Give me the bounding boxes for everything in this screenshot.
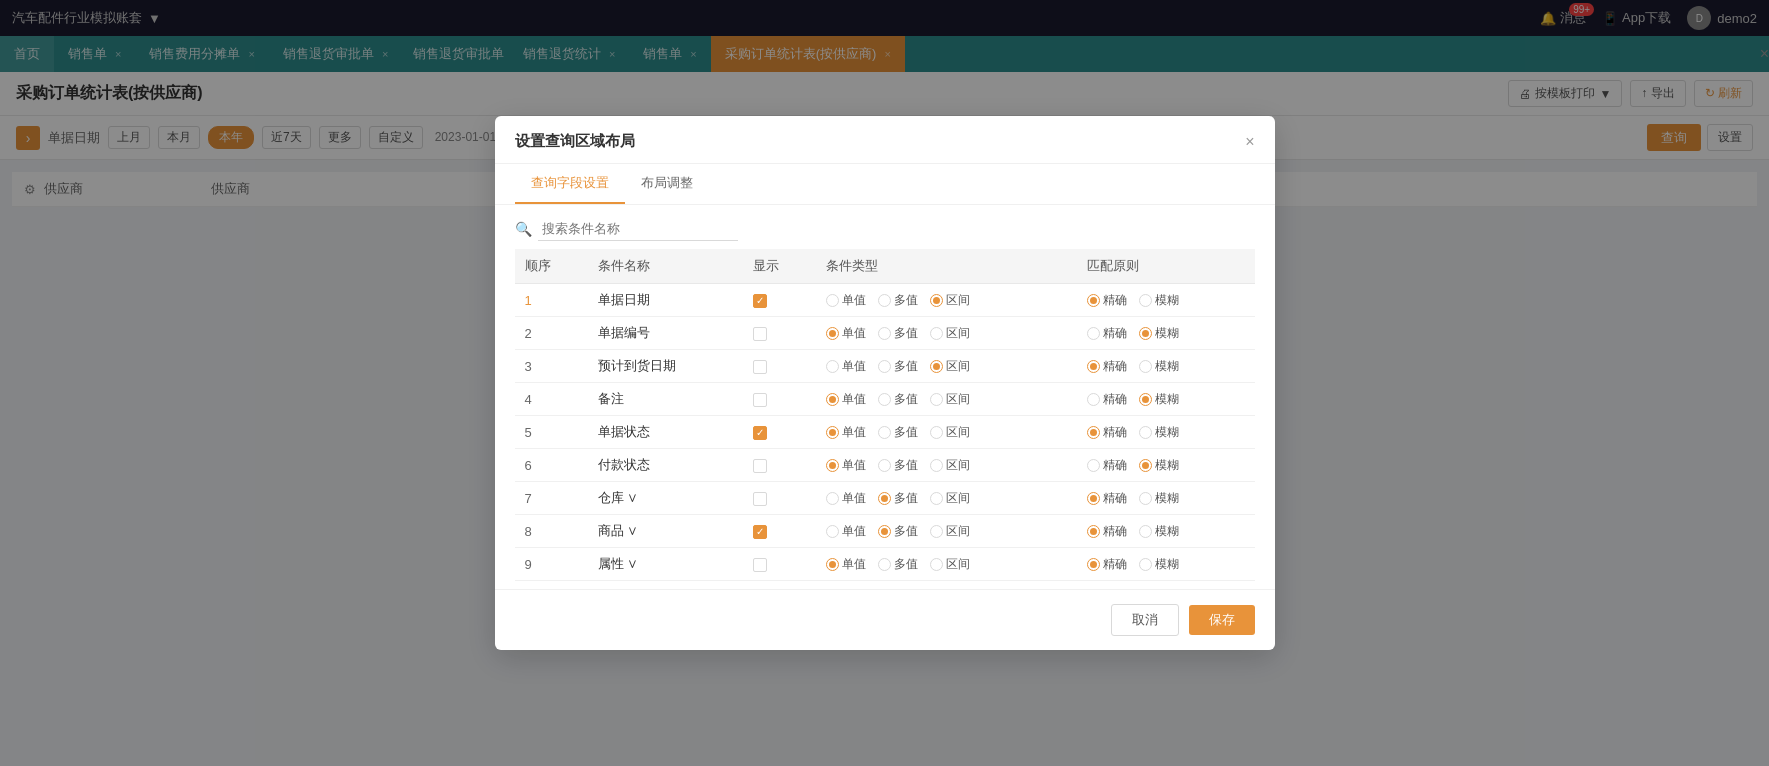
row-cond-name: 单据编号 — [588, 317, 744, 350]
search-input[interactable] — [538, 217, 738, 241]
table-row: 1单据日期✓单值多值区间精确模糊 — [515, 284, 1255, 317]
row-cond-name: 单据状态 — [588, 416, 744, 449]
row-cond-type: 单值多值区间 — [816, 482, 1076, 515]
row-match-rule: 精确模糊 — [1077, 548, 1255, 581]
cancel-button[interactable]: 取消 — [1111, 604, 1179, 636]
dialog-search-area: 🔍 — [495, 205, 1275, 249]
dialog: 设置查询区域布局 × 查询字段设置 布局调整 🔍 顺序 条件名称 — [495, 116, 1275, 650]
row-cond-type: 单值多值区间 — [816, 350, 1076, 383]
row-match-rule: 精确模糊 — [1077, 581, 1255, 590]
row-match-rule: 精确模糊 — [1077, 284, 1255, 317]
row-cond-type: 单值多值区间 — [816, 383, 1076, 416]
row-display-checkbox[interactable] — [743, 482, 816, 515]
row-match-rule: 精确模糊 — [1077, 317, 1255, 350]
row-match-rule: 精确模糊 — [1077, 350, 1255, 383]
row-display-checkbox[interactable]: ✓ — [743, 284, 816, 317]
row-display-checkbox[interactable] — [743, 383, 816, 416]
row-match-rule: 精确模糊 — [1077, 416, 1255, 449]
row-cond-type: 单值多值区间 — [816, 515, 1076, 548]
row-display-checkbox[interactable] — [743, 581, 816, 590]
dialog-table-body: 1单据日期✓单值多值区间精确模糊2单据编号单值多值区间精确模糊3预计到货日期单值… — [515, 284, 1255, 590]
save-button[interactable]: 保存 — [1189, 605, 1255, 635]
row-cond-type: 单值多值区间 — [816, 449, 1076, 482]
row-order: 1 — [515, 284, 588, 317]
table-row: 3预计到货日期 单值多值区间精确模糊 — [515, 350, 1255, 383]
row-cond-type: 单值多值区间 — [816, 284, 1076, 317]
row-order: 4 — [515, 383, 588, 416]
row-order: 7 — [515, 482, 588, 515]
table-row: 8商品 ∨✓单值多值区间精确模糊 — [515, 515, 1255, 548]
row-display-checkbox[interactable] — [743, 449, 816, 482]
row-cond-name: 备注 — [588, 383, 744, 416]
row-cond-name: 预计到货日期 — [588, 350, 744, 383]
modal-overlay: 设置查询区域布局 × 查询字段设置 布局调整 🔍 顺序 条件名称 — [0, 0, 1769, 766]
row-cond-type: 单值多值区间 — [816, 317, 1076, 350]
row-match-rule: 精确模糊 — [1077, 449, 1255, 482]
dialog-footer: 取消 保存 — [495, 589, 1275, 650]
row-order: 9 — [515, 548, 588, 581]
row-display-checkbox[interactable] — [743, 317, 816, 350]
row-cond-name: 单据日期 — [588, 284, 744, 317]
row-cond-name: 属性 ∨ — [588, 548, 744, 581]
row-cond-name: 付款状态 — [588, 449, 744, 482]
row-cond-name: 商品 ∨ — [588, 515, 744, 548]
row-order: 10 — [515, 581, 588, 590]
table-row: 2单据编号 单值多值区间精确模糊 — [515, 317, 1255, 350]
row-cond-type: 单值多值区间 — [816, 581, 1076, 590]
dialog-table-wrap: 顺序 条件名称 显示 条件类型 匹配原则 1单据日期✓单值多值区间精确模糊2单据… — [495, 249, 1275, 589]
table-row: 7仓库 ∨ 单值多值区间精确模糊 — [515, 482, 1255, 515]
search-icon: 🔍 — [515, 221, 532, 237]
row-order: 8 — [515, 515, 588, 548]
row-cond-type: 单值多值区间 — [816, 416, 1076, 449]
row-match-rule: 精确模糊 — [1077, 383, 1255, 416]
row-display-checkbox[interactable]: ✓ — [743, 515, 816, 548]
dialog-table-head: 顺序 条件名称 显示 条件类型 匹配原则 — [515, 249, 1255, 284]
row-cond-name: 仓库 ∨ — [588, 482, 744, 515]
table-row: 4备注 单值多值区间精确模糊 — [515, 383, 1255, 416]
table-row: 6付款状态 单值多值区间精确模糊 — [515, 449, 1255, 482]
row-display-checkbox[interactable] — [743, 350, 816, 383]
dialog-tab-layout-adjust[interactable]: 布局调整 — [625, 164, 709, 204]
row-match-rule: 精确模糊 — [1077, 515, 1255, 548]
dialog-tab-layout-adjust-label: 布局调整 — [641, 175, 693, 190]
col-match-rule: 匹配原则 — [1077, 249, 1255, 284]
row-match-rule: 精确模糊 — [1077, 482, 1255, 515]
dialog-header: 设置查询区域布局 × — [495, 116, 1275, 164]
dialog-tab-query-fields[interactable]: 查询字段设置 — [515, 164, 625, 204]
row-order: 2 — [515, 317, 588, 350]
dialog-tab-query-fields-label: 查询字段设置 — [531, 175, 609, 190]
col-cond-type: 条件类型 — [816, 249, 1076, 284]
row-cond-name: 有无商品图片 — [588, 581, 744, 590]
row-display-checkbox[interactable] — [743, 548, 816, 581]
col-order: 顺序 — [515, 249, 588, 284]
dialog-tabs: 查询字段设置 布局调整 — [495, 164, 1275, 205]
table-row: 5单据状态✓单值多值区间精确模糊 — [515, 416, 1255, 449]
dialog-table-head-row: 顺序 条件名称 显示 条件类型 匹配原则 — [515, 249, 1255, 284]
row-order: 5 — [515, 416, 588, 449]
table-row: 9属性 ∨ 单值多值区间精确模糊 — [515, 548, 1255, 581]
dialog-table: 顺序 条件名称 显示 条件类型 匹配原则 1单据日期✓单值多值区间精确模糊2单据… — [515, 249, 1255, 589]
table-row: 10有无商品图片 单值多值区间精确模糊 — [515, 581, 1255, 590]
col-cond-name: 条件名称 — [588, 249, 744, 284]
dialog-close-button[interactable]: × — [1245, 133, 1254, 151]
dialog-title: 设置查询区域布局 — [515, 132, 635, 151]
row-cond-type: 单值多值区间 — [816, 548, 1076, 581]
row-order: 6 — [515, 449, 588, 482]
row-order: 3 — [515, 350, 588, 383]
row-display-checkbox[interactable]: ✓ — [743, 416, 816, 449]
col-display: 显示 — [743, 249, 816, 284]
